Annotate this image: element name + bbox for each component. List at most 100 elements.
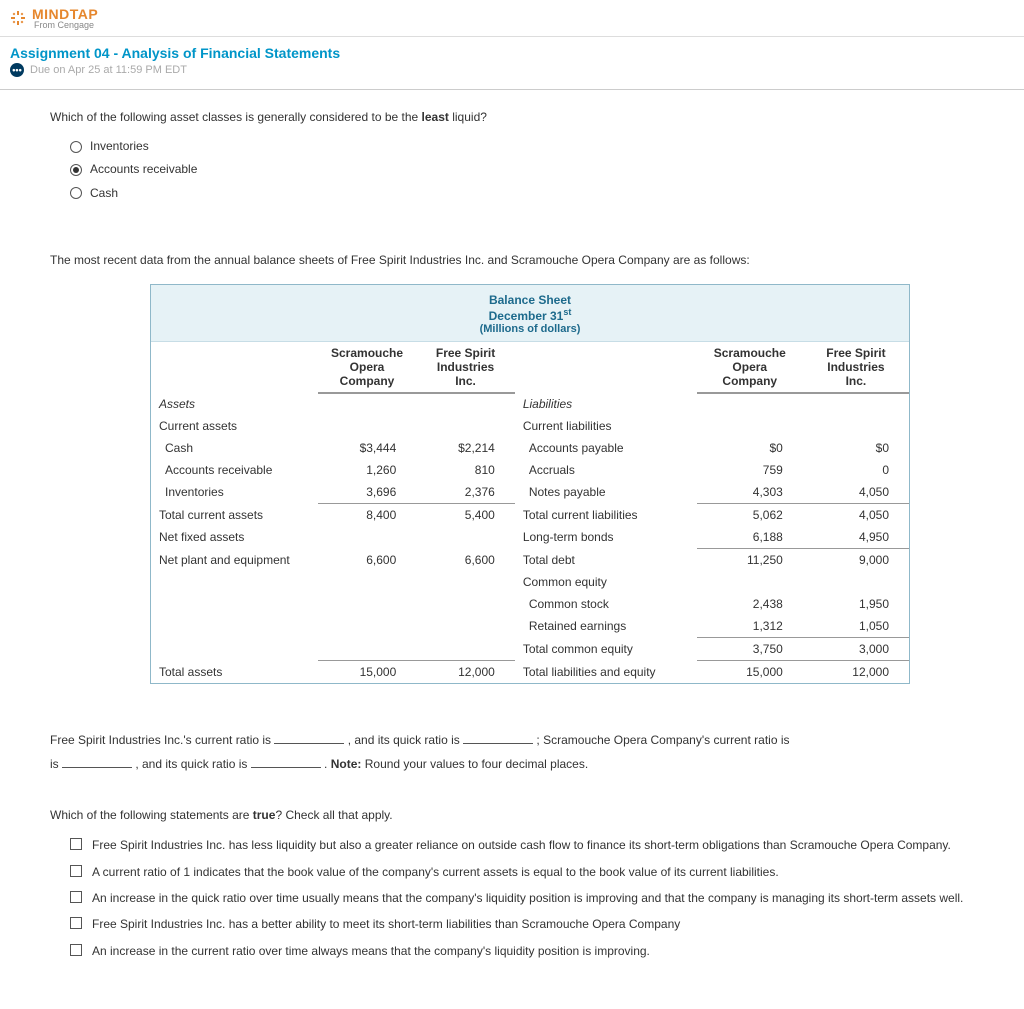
blank-field[interactable]: [251, 756, 321, 768]
checkbox-option-2[interactable]: A current ratio of 1 indicates that the …: [70, 862, 974, 882]
row-label: Current assets: [151, 415, 318, 437]
row-label: Total current liabilities: [515, 503, 697, 526]
radio-option-inventories[interactable]: Inventories: [70, 137, 974, 156]
fill-text: Free Spirit Industries Inc.'s current ra…: [50, 733, 274, 747]
row-label: Total liabilities and equity: [515, 660, 697, 683]
radio-option-accounts-receivable[interactable]: Accounts receivable: [70, 160, 974, 179]
blank-field[interactable]: [62, 756, 132, 768]
cell-value: 6,188: [697, 526, 803, 549]
cell-value: 12,000: [803, 660, 909, 683]
cell-value: 1,260: [318, 459, 417, 481]
intro-text: The most recent data from the annual bal…: [50, 251, 974, 270]
due-date: Due on Apr 25 at 11:59 PM EDT: [30, 64, 187, 76]
radio-label: Accounts receivable: [90, 160, 197, 179]
cell-value: 3,696: [318, 481, 417, 504]
row-label: Net fixed assets: [151, 526, 318, 549]
checkbox-option-5[interactable]: An increase in the current ratio over ti…: [70, 941, 974, 961]
question-1: Which of the following asset classes is …: [50, 108, 974, 203]
fill-text: .: [321, 757, 331, 771]
row-label: Inventories: [151, 481, 318, 504]
q3-options: Free Spirit Industries Inc. has less liq…: [70, 835, 974, 961]
q1-prompt-pre: Which of the following asset classes is …: [50, 110, 422, 124]
checkbox-icon: [70, 891, 82, 903]
checkbox-label: An increase in the quick ratio over time…: [92, 888, 963, 908]
fill-text: ; Scramouche Opera Company's current rat…: [533, 733, 789, 747]
liabilities-heading: Liabilities: [515, 393, 697, 415]
q3-prompt-bold: true: [253, 808, 276, 822]
checkbox-label: Free Spirit Industries Inc. has a better…: [92, 914, 680, 934]
question-3: Which of the following statements are tr…: [50, 806, 974, 961]
row-label: Cash: [151, 437, 318, 459]
cell-value: 0: [803, 459, 909, 481]
row-label: Accounts payable: [515, 437, 697, 459]
row-label: Common equity: [515, 571, 697, 593]
balance-sheet-table: ScramoucheOperaCompany Free SpiritIndust…: [151, 342, 909, 683]
blank-field[interactable]: [274, 732, 344, 744]
checkbox-option-3[interactable]: An increase in the quick ratio over time…: [70, 888, 974, 908]
row-label: Net plant and equipment: [151, 548, 318, 571]
col-head-a2: ScramoucheOperaCompany: [697, 342, 803, 393]
balance-sheet: Balance Sheet December 31st (Millions of…: [150, 284, 910, 684]
cell-value: $2,214: [416, 437, 515, 459]
q3-prompt-post: ? Check all that apply.: [275, 808, 392, 822]
cell-value: 3,750: [697, 637, 803, 660]
cell-value: 4,303: [697, 481, 803, 504]
q1-options: Inventories Accounts receivable Cash: [70, 137, 974, 203]
cell-value: 1,050: [803, 615, 909, 638]
row-label: Accounts receivable: [151, 459, 318, 481]
content-area: Which of the following asset classes is …: [0, 90, 1024, 1009]
radio-icon: [70, 164, 82, 176]
checkbox-icon: [70, 838, 82, 850]
radio-icon: [70, 187, 82, 199]
cell-value: 5,400: [416, 503, 515, 526]
checkbox-label: An increase in the current ratio over ti…: [92, 941, 650, 961]
row-label: Notes payable: [515, 481, 697, 504]
cell-value: 2,438: [697, 593, 803, 615]
radio-icon: [70, 141, 82, 153]
row-label: Total current assets: [151, 503, 318, 526]
fill-text: is: [50, 757, 62, 771]
balance-sheet-header: Balance Sheet December 31st (Millions of…: [151, 285, 909, 342]
cell-value: 759: [697, 459, 803, 481]
checkbox-icon: [70, 865, 82, 877]
col-head-a: ScramoucheOperaCompany: [318, 342, 417, 393]
cell-value: $0: [803, 437, 909, 459]
note-text: Round your values to four decimal places…: [361, 757, 588, 771]
blank-field[interactable]: [463, 732, 533, 744]
fill-text: , and its quick ratio is: [132, 757, 251, 771]
brand: MINDTAP From Cengage: [10, 6, 1014, 30]
cell-value: 15,000: [697, 660, 803, 683]
checkbox-label: A current ratio of 1 indicates that the …: [92, 862, 779, 882]
row-label: Retained earnings: [515, 615, 697, 638]
q3-prompt: Which of the following statements are tr…: [50, 808, 393, 822]
checkbox-option-4[interactable]: Free Spirit Industries Inc. has a better…: [70, 914, 974, 934]
brand-subtitle: From Cengage: [34, 20, 98, 30]
fill-text: , and its quick ratio is: [344, 733, 463, 747]
cell-value: $3,444: [318, 437, 417, 459]
radio-option-cash[interactable]: Cash: [70, 184, 974, 203]
cell-value: 8,400: [318, 503, 417, 526]
radio-label: Inventories: [90, 137, 149, 156]
col-head-b: Free SpiritIndustriesInc.: [416, 342, 515, 393]
radio-label: Cash: [90, 184, 118, 203]
cell-value: 4,950: [803, 526, 909, 549]
q1-prompt: Which of the following asset classes is …: [50, 110, 487, 124]
row-label: Total debt: [515, 548, 697, 571]
checkbox-label: Free Spirit Industries Inc. has less liq…: [92, 835, 951, 855]
cell-value: 6,600: [416, 548, 515, 571]
assignment-title: Assignment 04 - Analysis of Financial St…: [10, 45, 1014, 61]
cell-value: 6,600: [318, 548, 417, 571]
fill-in-paragraph: Free Spirit Industries Inc.'s current ra…: [50, 728, 974, 776]
row-label: Total assets: [151, 660, 318, 683]
due-icon: •••: [10, 63, 24, 77]
cell-value: 12,000: [416, 660, 515, 683]
cell-value: 4,050: [803, 503, 909, 526]
bs-title2: December 31st: [151, 307, 909, 323]
checkbox-option-1[interactable]: Free Spirit Industries Inc. has less liq…: [70, 835, 974, 855]
bs-title1: Balance Sheet: [151, 293, 909, 307]
cell-value: 1,312: [697, 615, 803, 638]
note-bold: Note:: [331, 757, 362, 771]
assignment-bar: Assignment 04 - Analysis of Financial St…: [0, 37, 1024, 89]
cell-value: 5,062: [697, 503, 803, 526]
cell-value: $0: [697, 437, 803, 459]
